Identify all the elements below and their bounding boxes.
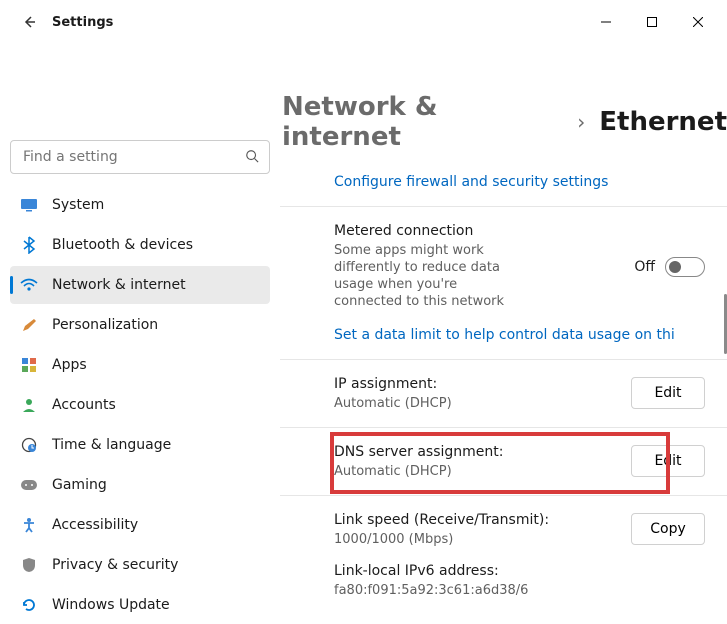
chevron-right-icon: ›	[577, 110, 585, 134]
sidebar-item-label: Gaming	[52, 477, 107, 493]
settings-list: Configure firewall and security settings…	[280, 170, 727, 605]
app-title: Settings	[52, 15, 113, 30]
search-input[interactable]	[21, 148, 245, 166]
data-limit-link[interactable]: Set a data limit to help control data us…	[334, 327, 675, 343]
row-link-speed: Link speed (Receive/Transmit): 1000/1000…	[280, 495, 727, 563]
close-icon	[693, 17, 703, 27]
dns-edit-button[interactable]: Edit	[631, 445, 705, 477]
metered-toggle[interactable]	[665, 257, 705, 277]
dns-title: DNS server assignment:	[334, 444, 504, 460]
link-speed-value: 1000/1000 (Mbps)	[334, 532, 549, 547]
ip-title: IP assignment:	[334, 376, 452, 392]
row-metered-connection: Metered connection Some apps might work …	[280, 206, 727, 327]
apps-icon	[20, 356, 38, 374]
metered-title: Metered connection	[334, 223, 514, 239]
sidebar-item-label: Network & internet	[52, 277, 186, 293]
firewall-link[interactable]: Configure firewall and security settings	[334, 174, 608, 190]
row-ipv6-address: Link-local IPv6 address: fa80:f091:5a92:…	[280, 563, 727, 605]
sidebar-item-personalization[interactable]: Personalization	[10, 306, 270, 344]
sidebar-item-label: Apps	[52, 357, 87, 373]
search-box[interactable]	[10, 140, 270, 174]
minimize-icon	[601, 17, 611, 27]
sidebar-item-label: Windows Update	[52, 597, 170, 613]
gaming-icon	[20, 476, 38, 494]
sidebar-item-label: Accounts	[52, 397, 116, 413]
breadcrumb: Network & internet › Ethernet	[280, 44, 727, 170]
link-speed-copy-button[interactable]: Copy	[631, 513, 705, 545]
sidebar-item-label: Personalization	[52, 317, 158, 333]
sidebar-item-accessibility[interactable]: Accessibility	[10, 506, 270, 544]
sidebar-item-accounts[interactable]: Accounts	[10, 386, 270, 424]
system-icon	[20, 196, 38, 214]
titlebar: Settings	[0, 0, 727, 44]
row-ip-assignment: IP assignment: Automatic (DHCP) Edit	[280, 359, 727, 427]
main-pane: Network & internet › Ethernet Configure …	[280, 44, 727, 605]
maximize-button[interactable]	[629, 6, 675, 38]
clock-globe-icon	[20, 436, 38, 454]
nav-list: System Bluetooth & devices Network & int…	[10, 186, 270, 624]
sidebar-item-time-language[interactable]: Time & language	[10, 426, 270, 464]
bluetooth-icon	[20, 236, 38, 254]
wifi-icon	[20, 276, 38, 294]
sidebar-item-label: Time & language	[52, 437, 171, 453]
sidebar-item-network[interactable]: Network & internet	[10, 266, 270, 304]
back-button[interactable]	[12, 5, 46, 39]
link-speed-title: Link speed (Receive/Transmit):	[334, 512, 549, 528]
sidebar-item-label: Privacy & security	[52, 557, 178, 573]
minimize-button[interactable]	[583, 6, 629, 38]
accessibility-icon	[20, 516, 38, 534]
sidebar-item-privacy[interactable]: Privacy & security	[10, 546, 270, 584]
sidebar-item-gaming[interactable]: Gaming	[10, 466, 270, 504]
close-button[interactable]	[675, 6, 721, 38]
row-firewall-link[interactable]: Configure firewall and security settings	[280, 170, 727, 206]
maximize-icon	[647, 17, 657, 27]
ipv6-title: Link-local IPv6 address:	[334, 563, 528, 579]
sidebar-item-apps[interactable]: Apps	[10, 346, 270, 384]
arrow-left-icon	[21, 14, 37, 30]
sidebar-item-label: System	[52, 197, 104, 213]
dns-value: Automatic (DHCP)	[334, 464, 504, 479]
ipv6-value: fa80:f091:5a92:3c61:a6d38/6	[334, 583, 528, 598]
accounts-icon	[20, 396, 38, 414]
toggle-label: Off	[634, 259, 655, 275]
row-data-limit-link[interactable]: Set a data limit to help control data us…	[280, 327, 727, 359]
metered-sub: Some apps might work differently to redu…	[334, 243, 514, 311]
shield-icon	[20, 556, 38, 574]
sidebar-item-bluetooth[interactable]: Bluetooth & devices	[10, 226, 270, 264]
sidebar-item-label: Accessibility	[52, 517, 138, 533]
sidebar-item-system[interactable]: System	[10, 186, 270, 224]
row-dns-assignment: DNS server assignment: Automatic (DHCP) …	[280, 427, 727, 495]
breadcrumb-parent[interactable]: Network & internet	[282, 92, 563, 152]
search-icon	[245, 148, 259, 167]
page-title: Ethernet	[599, 107, 727, 137]
sidebar: System Bluetooth & devices Network & int…	[0, 44, 280, 605]
ip-edit-button[interactable]: Edit	[631, 377, 705, 409]
ip-value: Automatic (DHCP)	[334, 396, 452, 411]
sidebar-item-update[interactable]: Windows Update	[10, 586, 270, 624]
sidebar-item-label: Bluetooth & devices	[52, 237, 193, 253]
update-icon	[20, 596, 38, 614]
paintbrush-icon	[20, 316, 38, 334]
